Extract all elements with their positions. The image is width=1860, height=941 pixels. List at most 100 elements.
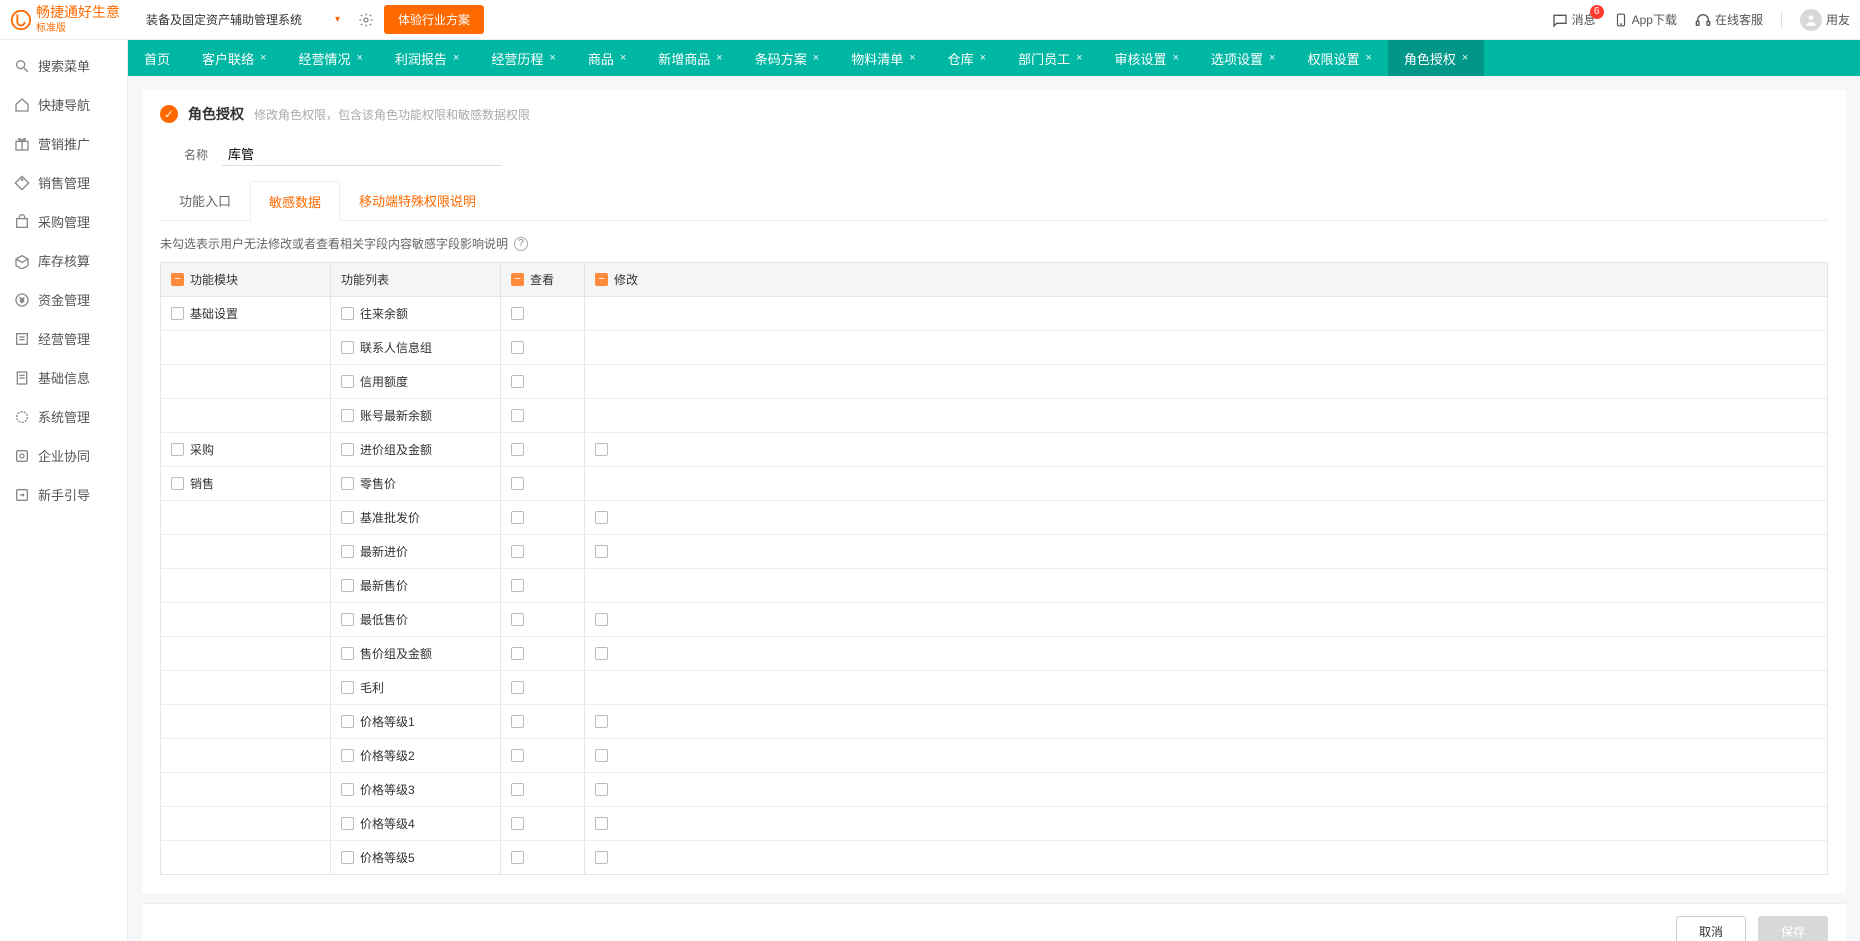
module-checkbox[interactable] — [171, 477, 184, 490]
close-icon[interactable]: × — [453, 52, 459, 64]
function-checkbox[interactable] — [341, 375, 354, 388]
close-icon[interactable]: × — [1269, 52, 1275, 64]
subtab-sensitive-data[interactable]: 敏感数据 — [250, 181, 340, 221]
function-checkbox[interactable] — [341, 783, 354, 796]
close-icon[interactable]: × — [716, 52, 722, 64]
view-checkbox[interactable] — [511, 783, 524, 796]
view-checkbox[interactable] — [511, 307, 524, 320]
sidebar-item-新手引导[interactable]: 新手引导 — [0, 475, 127, 514]
view-checkbox[interactable] — [511, 681, 524, 694]
tab-经营历程[interactable]: 经营历程× — [475, 40, 571, 76]
function-checkbox[interactable] — [341, 545, 354, 558]
modify-checkbox[interactable] — [595, 511, 608, 524]
sidebar-item-采购管理[interactable]: 采购管理 — [0, 202, 127, 241]
close-icon[interactable]: × — [549, 52, 555, 64]
indeterminate-icon[interactable]: − — [595, 273, 608, 286]
tab-经营情况[interactable]: 经营情况× — [282, 40, 378, 76]
sidebar-item-销售管理[interactable]: 销售管理 — [0, 163, 127, 202]
app-download-button[interactable]: App下载 — [1614, 11, 1677, 28]
close-icon[interactable]: × — [909, 52, 915, 64]
tab-商品[interactable]: 商品× — [572, 40, 642, 76]
messages-button[interactable]: 消息 6 — [1552, 11, 1596, 28]
sidebar-item-系统管理[interactable]: 系统管理 — [0, 397, 127, 436]
role-name-input[interactable] — [222, 142, 502, 166]
view-checkbox[interactable] — [511, 817, 524, 830]
function-checkbox[interactable] — [341, 341, 354, 354]
module-checkbox[interactable] — [171, 307, 184, 320]
view-checkbox[interactable] — [511, 511, 524, 524]
close-icon[interactable]: × — [260, 52, 266, 64]
indeterminate-icon[interactable]: − — [171, 273, 184, 286]
function-checkbox[interactable] — [341, 715, 354, 728]
modify-checkbox[interactable] — [595, 613, 608, 626]
settings-gear-icon[interactable] — [358, 12, 374, 28]
view-checkbox[interactable] — [511, 749, 524, 762]
function-checkbox[interactable] — [341, 681, 354, 694]
sidebar-item-库存核算[interactable]: 库存核算 — [0, 241, 127, 280]
sidebar-item-营销推广[interactable]: 营销推广 — [0, 124, 127, 163]
user-menu[interactable]: 用友 — [1800, 9, 1850, 31]
close-icon[interactable]: × — [1462, 52, 1468, 64]
modify-checkbox[interactable] — [595, 783, 608, 796]
view-checkbox[interactable] — [511, 851, 524, 864]
function-checkbox[interactable] — [341, 647, 354, 660]
modify-checkbox[interactable] — [595, 545, 608, 558]
tab-权限设置[interactable]: 权限设置× — [1291, 40, 1387, 76]
try-solution-button[interactable]: 体验行业方案 — [384, 5, 484, 34]
view-checkbox[interactable] — [511, 409, 524, 422]
view-checkbox[interactable] — [511, 375, 524, 388]
tab-仓库[interactable]: 仓库× — [932, 40, 1002, 76]
sidebar-item-企业协同[interactable]: 企业协同 — [0, 436, 127, 475]
close-icon[interactable]: × — [1076, 52, 1082, 64]
view-checkbox[interactable] — [511, 715, 524, 728]
tab-角色授权[interactable]: 角色授权× — [1388, 40, 1484, 76]
tab-审核设置[interactable]: 审核设置× — [1099, 40, 1195, 76]
tab-客户联络[interactable]: 客户联络× — [186, 40, 282, 76]
function-checkbox[interactable] — [341, 443, 354, 456]
modify-checkbox[interactable] — [595, 749, 608, 762]
function-checkbox[interactable] — [341, 613, 354, 626]
view-checkbox[interactable] — [511, 477, 524, 490]
cancel-button[interactable]: 取消 — [1676, 916, 1746, 941]
subtab-function-entry[interactable]: 功能入口 — [160, 180, 250, 220]
view-checkbox[interactable] — [511, 443, 524, 456]
sidebar-item-快捷导航[interactable]: 快捷导航 — [0, 85, 127, 124]
module-checkbox[interactable] — [171, 443, 184, 456]
tab-部门员工[interactable]: 部门员工× — [1002, 40, 1098, 76]
close-icon[interactable]: × — [813, 52, 819, 64]
modify-checkbox[interactable] — [595, 647, 608, 660]
tab-利润报告[interactable]: 利润报告× — [379, 40, 475, 76]
view-checkbox[interactable] — [511, 545, 524, 558]
subtab-mobile-note[interactable]: 移动端特殊权限说明 — [340, 180, 495, 220]
modify-checkbox[interactable] — [595, 817, 608, 830]
close-icon[interactable]: × — [620, 52, 626, 64]
function-checkbox[interactable] — [341, 579, 354, 592]
info-icon[interactable]: ? — [514, 237, 528, 251]
function-checkbox[interactable] — [341, 511, 354, 524]
sidebar-item-搜索菜单[interactable]: 搜索菜单 — [0, 46, 127, 85]
view-checkbox[interactable] — [511, 613, 524, 626]
close-icon[interactable]: × — [356, 52, 362, 64]
sidebar-item-基础信息[interactable]: 基础信息 — [0, 358, 127, 397]
save-button[interactable]: 保存 — [1758, 916, 1828, 941]
modify-checkbox[interactable] — [595, 715, 608, 728]
close-icon[interactable]: × — [1365, 52, 1371, 64]
sidebar-item-经营管理[interactable]: 经营管理 — [0, 319, 127, 358]
close-icon[interactable]: × — [980, 52, 986, 64]
function-checkbox[interactable] — [341, 851, 354, 864]
function-checkbox[interactable] — [341, 749, 354, 762]
view-checkbox[interactable] — [511, 647, 524, 660]
modify-checkbox[interactable] — [595, 851, 608, 864]
system-selector[interactable]: 装备及固定资产辅助管理系统 ▾ — [138, 11, 348, 28]
modify-checkbox[interactable] — [595, 443, 608, 456]
function-checkbox[interactable] — [341, 817, 354, 830]
sidebar-item-资金管理[interactable]: ¥资金管理 — [0, 280, 127, 319]
tab-选项设置[interactable]: 选项设置× — [1195, 40, 1291, 76]
tab-新增商品[interactable]: 新增商品× — [642, 40, 738, 76]
tab-首页[interactable]: 首页 — [128, 40, 186, 76]
tab-条码方案[interactable]: 条码方案× — [739, 40, 835, 76]
function-checkbox[interactable] — [341, 307, 354, 320]
view-checkbox[interactable] — [511, 579, 524, 592]
close-icon[interactable]: × — [1173, 52, 1179, 64]
function-checkbox[interactable] — [341, 477, 354, 490]
